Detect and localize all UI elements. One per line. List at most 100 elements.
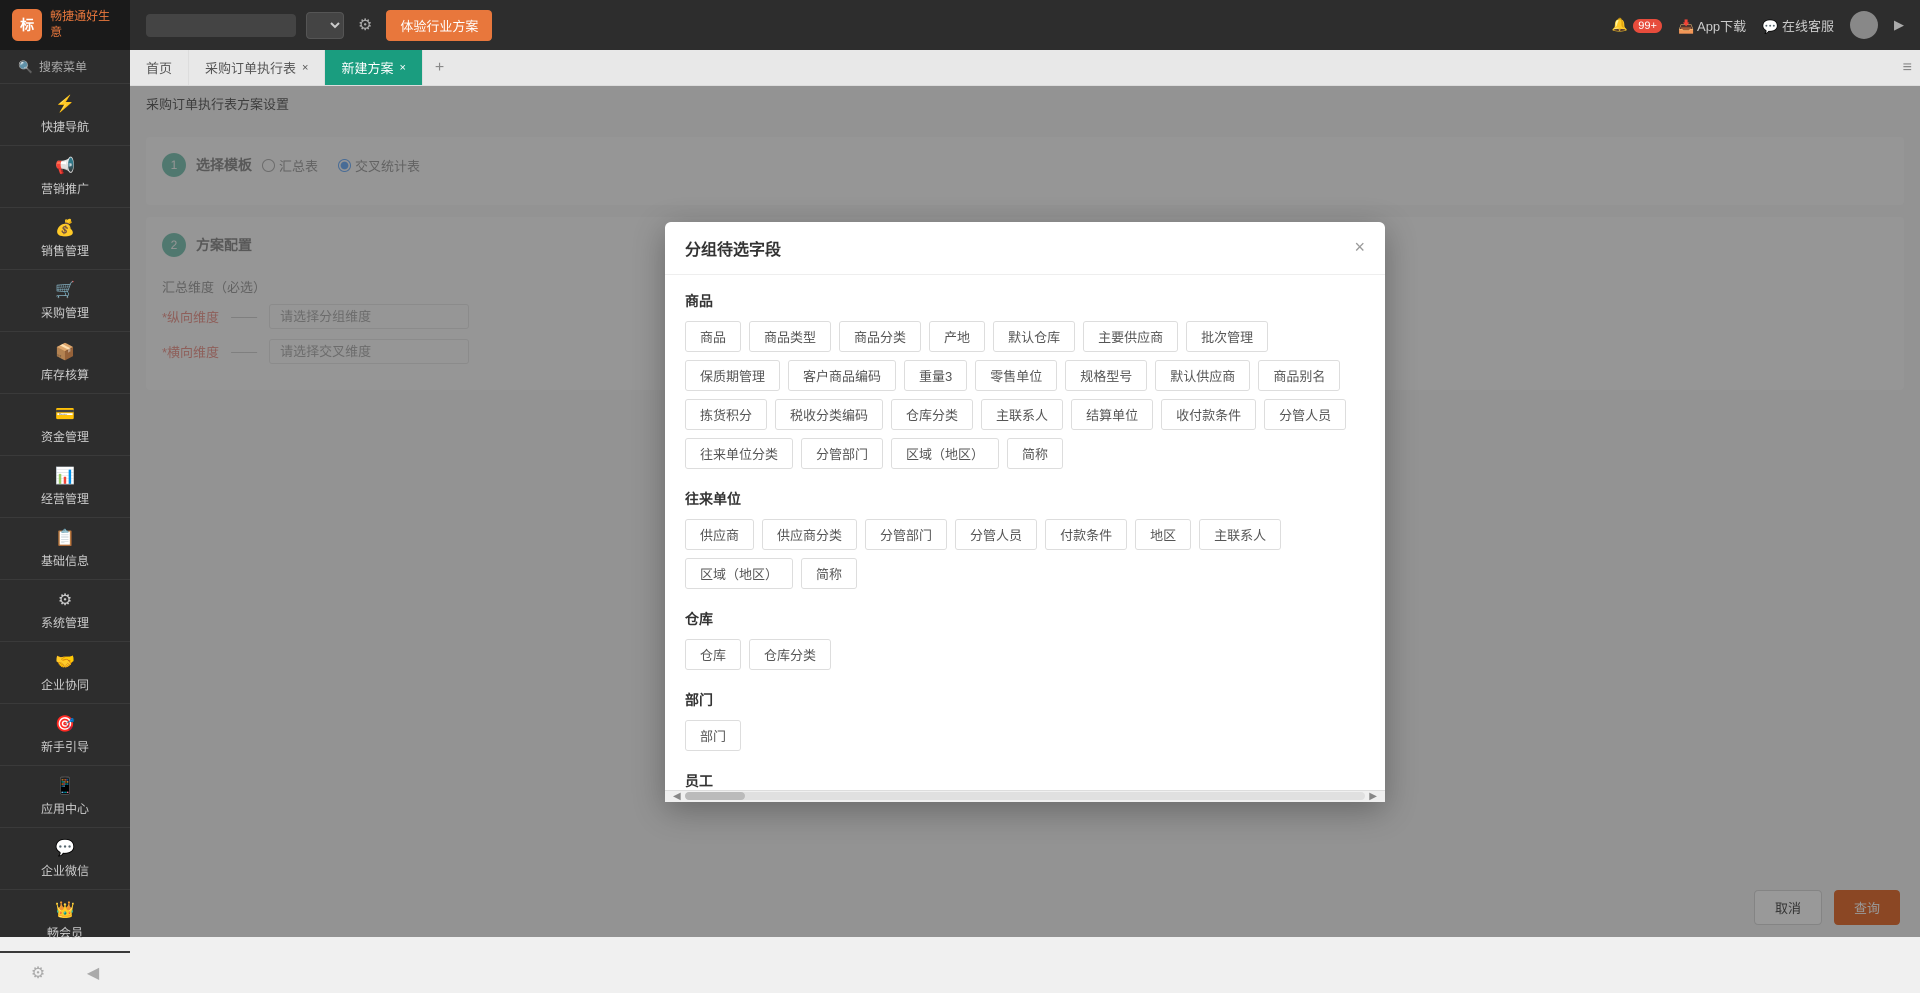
sidebar-item-purchase[interactable]: 🛒 采购管理 <box>0 270 130 332</box>
gear-icon[interactable]: ⚙ <box>354 11 376 39</box>
partner-section-title: 往来单位 <box>685 489 1365 509</box>
tab-home[interactable]: 首页 <box>130 50 189 85</box>
online-service-link[interactable]: 💬 在线客服 <box>1762 16 1834 35</box>
field-tag-weight3[interactable]: 重量3 <box>904 360 967 391</box>
field-tag-abbr[interactable]: 简称 <box>1007 438 1063 469</box>
field-tag-product[interactable]: 商品 <box>685 321 741 352</box>
app-download-link[interactable]: 📥 App下载 <box>1678 16 1746 35</box>
sidebar-item-quick-nav[interactable]: ⚡ 快捷导航 <box>0 84 130 146</box>
field-tag-responsible-dept[interactable]: 分管部门 <box>801 438 883 469</box>
product-fields: 商品 商品类型 商品分类 产地 默认仓库 主要供应商 批次管理 保质期管理 客户… <box>685 321 1365 469</box>
sales-icon: 💰 <box>55 218 75 238</box>
tab-close-purchase[interactable]: × <box>302 62 308 74</box>
scroll-thumb <box>685 792 745 800</box>
quick-nav-icon: ⚡ <box>55 94 75 114</box>
field-tag-region2[interactable]: 区域（地区） <box>685 558 793 589</box>
field-tag-person2[interactable]: 分管人员 <box>955 519 1037 550</box>
sidebar-item-cooperate[interactable]: 🤝 企业协同 <box>0 642 130 704</box>
modal-header: 分组待选字段 × <box>665 222 1385 275</box>
field-tag-contact2[interactable]: 主联系人 <box>1199 519 1281 550</box>
field-tag-area[interactable]: 地区 <box>1135 519 1191 550</box>
field-tag-product-type[interactable]: 商品类型 <box>749 321 831 352</box>
sidebar-item-system[interactable]: ⚙ 系统管理 <box>0 580 130 642</box>
sidebar-item-marketing[interactable]: 📢 营销推广 <box>0 146 130 208</box>
user-avatar[interactable] <box>1850 11 1878 39</box>
notification-area[interactable]: 🔔 99+ <box>1611 17 1661 33</box>
sidebar-item-basic[interactable]: 📋 基础信息 <box>0 518 130 580</box>
modal-horizontal-scrollbar[interactable]: ◀ ▶ <box>665 790 1385 802</box>
field-tag-region[interactable]: 区域（地区） <box>891 438 999 469</box>
sidebar-item-label: 企业微信 <box>41 862 89 879</box>
settings-icon[interactable]: ⚙ <box>31 963 45 983</box>
appcenter-icon: 📱 <box>55 776 75 796</box>
sidebar-item-sales[interactable]: 💰 销售管理 <box>0 208 130 270</box>
field-tag-dept[interactable]: 部门 <box>685 720 741 751</box>
tab-close-new-plan[interactable]: × <box>399 62 405 74</box>
field-tag-main-contact[interactable]: 主联系人 <box>981 399 1063 430</box>
field-tag-batch-mgmt[interactable]: 批次管理 <box>1186 321 1268 352</box>
dept-section-title: 部门 <box>685 690 1365 710</box>
field-tag-spec-model[interactable]: 规格型号 <box>1065 360 1147 391</box>
field-tag-responsible-person[interactable]: 分管人员 <box>1264 399 1346 430</box>
field-tag-warehouse-cat[interactable]: 仓库分类 <box>749 639 831 670</box>
sidebar-item-newguide[interactable]: 🎯 新手引导 <box>0 704 130 766</box>
scroll-right-arrow[interactable]: ▶ <box>1365 791 1381 802</box>
sidebar-item-wechat[interactable]: 💬 企业微信 <box>0 828 130 890</box>
tab-expand-icon[interactable]: ≡ <box>1903 59 1920 77</box>
topbar-dropdown[interactable] <box>306 12 344 39</box>
topbar-right: 🔔 99+ 📥 App下载 💬 在线客服 ▶ <box>1611 11 1904 39</box>
modal-body[interactable]: 商品 商品 商品类型 商品分类 产地 默认仓库 主要供应商 批次管理 保质期管理 <box>665 275 1385 790</box>
sidebar-item-finance[interactable]: 💳 资金管理 <box>0 394 130 456</box>
field-tag-supplier[interactable]: 供应商 <box>685 519 754 550</box>
notification-icon: 🔔 <box>1611 17 1627 32</box>
field-tag-origin[interactable]: 产地 <box>929 321 985 352</box>
field-tag-warehouse[interactable]: 仓库 <box>685 639 741 670</box>
field-tag-abbr2[interactable]: 简称 <box>801 558 857 589</box>
member-icon: 👑 <box>55 900 75 920</box>
sidebar-item-business[interactable]: 📊 经营管理 <box>0 456 130 518</box>
field-tag-main-supplier[interactable]: 主要供应商 <box>1083 321 1178 352</box>
scroll-track <box>685 792 1366 800</box>
field-tag-shelf-life[interactable]: 保质期管理 <box>685 360 780 391</box>
field-tag-default-supplier[interactable]: 默认供应商 <box>1155 360 1250 391</box>
topbar-search-input[interactable] <box>146 14 296 37</box>
field-tag-tax-code[interactable]: 税收分类编码 <box>775 399 883 430</box>
field-tag-partner-cat[interactable]: 往来单位分类 <box>685 438 793 469</box>
cooperate-icon: 🤝 <box>55 652 75 672</box>
experience-btn[interactable]: 体验行业方案 <box>386 10 492 41</box>
partner-section: 往来单位 供应商 供应商分类 分管部门 分管人员 付款条件 地区 主联系人 区域… <box>685 489 1365 589</box>
sidebar-item-inventory[interactable]: 📦 库存核算 <box>0 332 130 394</box>
sidebar-item-appcenter[interactable]: 📱 应用中心 <box>0 766 130 828</box>
sidebar-item-label: 快捷导航 <box>41 118 89 135</box>
tab-new-plan[interactable]: 新建方案 × <box>325 50 422 85</box>
scroll-left-arrow[interactable]: ◀ <box>669 791 685 802</box>
field-tag-dept2[interactable]: 分管部门 <box>865 519 947 550</box>
tab-purchase-exec[interactable]: 采购订单执行表 × <box>189 50 325 85</box>
marketing-icon: 📢 <box>55 156 75 176</box>
field-tag-wh-cat[interactable]: 仓库分类 <box>891 399 973 430</box>
sidebar-item-label: 企业协同 <box>41 676 89 693</box>
field-tag-default-warehouse[interactable]: 默认仓库 <box>993 321 1075 352</box>
top-bar: ⚙ 体验行业方案 🔔 99+ 📥 App下载 💬 在线客服 ▶ <box>130 0 1920 50</box>
warehouse-section-title: 仓库 <box>685 609 1365 629</box>
sidebar-item-label: 库存核算 <box>41 366 89 383</box>
field-tag-settlement-unit[interactable]: 结算单位 <box>1071 399 1153 430</box>
field-tag-supplier-cat[interactable]: 供应商分类 <box>762 519 857 550</box>
department-section: 部门 部门 <box>685 690 1365 751</box>
collapse-icon[interactable]: ◀ <box>87 963 99 983</box>
tab-add-button[interactable]: + <box>423 59 456 77</box>
sidebar-item-member[interactable]: 👑 畅会员 <box>0 890 130 952</box>
field-tag-product-alias[interactable]: 商品别名 <box>1258 360 1340 391</box>
field-tag-customer-code[interactable]: 客户商品编码 <box>788 360 896 391</box>
field-tag-pick-points[interactable]: 拣货积分 <box>685 399 767 430</box>
product-section: 商品 商品 商品类型 商品分类 产地 默认仓库 主要供应商 批次管理 保质期管理 <box>685 291 1365 469</box>
modal-close-button[interactable]: × <box>1354 237 1365 258</box>
field-tag-pay-terms2[interactable]: 付款条件 <box>1045 519 1127 550</box>
search-icon: 🔍 <box>18 60 33 74</box>
field-tag-payment-terms[interactable]: 收付款条件 <box>1161 399 1256 430</box>
sidebar-item-label: 营销推广 <box>41 180 89 197</box>
expand-icon[interactable]: ▶ <box>1894 17 1904 33</box>
field-tag-product-cat[interactable]: 商品分类 <box>839 321 921 352</box>
field-tag-retail-unit[interactable]: 零售单位 <box>975 360 1057 391</box>
sidebar-search[interactable]: 🔍 搜索菜单 <box>0 50 130 84</box>
